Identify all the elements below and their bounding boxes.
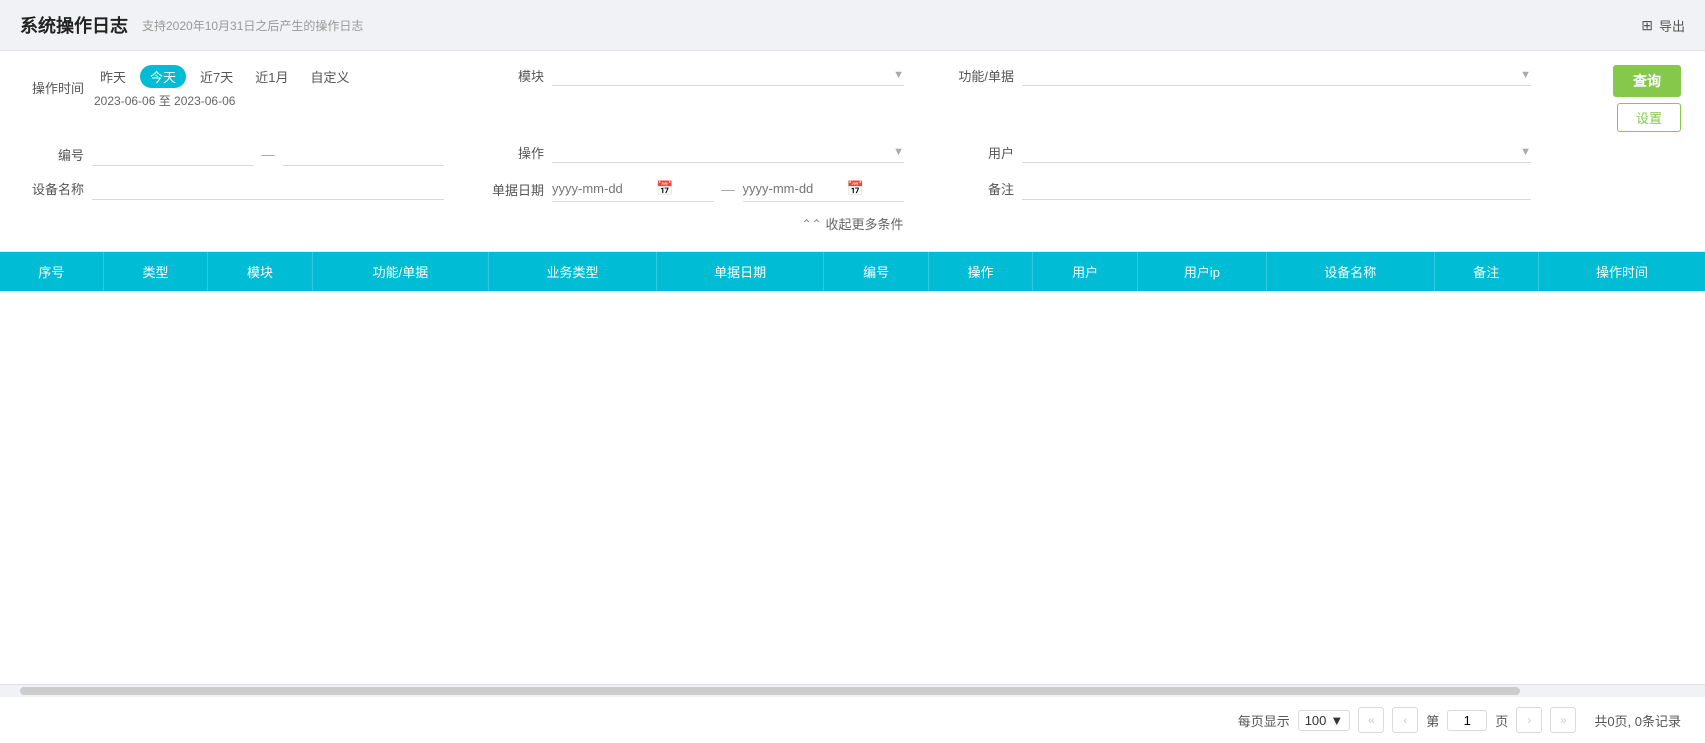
collapse-icon: ⌃⌃ xyxy=(801,217,821,231)
function-chevron-icon: ▼ xyxy=(1520,69,1531,81)
operation-chevron-icon: ▼ xyxy=(893,146,904,158)
user-filter-col: 用户 ▼ xyxy=(944,142,1531,163)
col-user-ip: 用户ip xyxy=(1137,252,1266,291)
user-select[interactable]: ▼ xyxy=(1022,142,1531,163)
voucher-date-label: 单据日期 xyxy=(484,180,544,199)
remark-filter-col: 备注 xyxy=(944,176,1531,200)
operation-label: 操作 xyxy=(484,143,544,162)
time-filter-col: 操作时间 昨天 今天 近7天 近1月 自定义 2023-06-06 至 2023… xyxy=(24,65,444,109)
remark-label: 备注 xyxy=(944,179,1014,198)
voucher-date-filter-col: 单据日期 📅 — 📅 xyxy=(484,176,904,202)
prev-page-button[interactable]: ‹ xyxy=(1392,707,1418,733)
device-label: 设备名称 xyxy=(24,179,84,198)
calendar-start-icon[interactable]: 📅 xyxy=(656,180,673,197)
export-icon: ⊞ xyxy=(1641,17,1653,34)
data-table: 序号 类型 模块 功能/单据 业务类型 单据日期 编号 操作 用户 用户ip 设… xyxy=(0,252,1705,291)
horizontal-scrollbar[interactable] xyxy=(20,687,1520,695)
page-label: 第 xyxy=(1426,711,1439,730)
filter-area: 操作时间 昨天 今天 近7天 近1月 自定义 2023-06-06 至 2023… xyxy=(0,51,1705,252)
per-page-value: 100 xyxy=(1305,713,1327,728)
time-btn-today[interactable]: 今天 xyxy=(140,65,186,88)
col-device: 设备名称 xyxy=(1266,252,1434,291)
filter-row-3: 设备名称 单据日期 📅 — 📅 备注 xyxy=(24,176,1681,202)
device-filter-col: 设备名称 xyxy=(24,176,444,200)
first-page-button[interactable]: « xyxy=(1358,707,1384,733)
code-input-start[interactable] xyxy=(92,142,254,166)
setting-button[interactable]: 设置 xyxy=(1617,103,1681,132)
filter-row-1: 操作时间 昨天 今天 近7天 近1月 自定义 2023-06-06 至 2023… xyxy=(24,65,1681,132)
col-module: 模块 xyxy=(208,252,312,291)
time-btn-1month[interactable]: 近1月 xyxy=(247,65,296,88)
module-chevron-icon: ▼ xyxy=(893,69,904,81)
page-total: 共0页, 0条记录 xyxy=(1594,711,1681,730)
function-select[interactable]: ▼ xyxy=(1022,65,1531,86)
user-label: 用户 xyxy=(944,143,1014,162)
col-remark: 备注 xyxy=(1434,252,1538,291)
operation-filter-col: 操作 ▼ xyxy=(484,142,904,163)
col-type: 类型 xyxy=(103,252,207,291)
remark-input[interactable] xyxy=(1022,176,1531,200)
page-input[interactable] xyxy=(1447,710,1487,731)
col-voucher-date: 单据日期 xyxy=(656,252,824,291)
filter-row-2: 编号 — 操作 ▼ 用户 ▼ xyxy=(24,142,1681,166)
voucher-date-start-wrap: 📅 xyxy=(552,176,714,202)
module-label: 模块 xyxy=(484,66,544,85)
time-btn-7days[interactable]: 近7天 xyxy=(192,65,241,88)
voucher-date-end[interactable] xyxy=(743,181,843,196)
page-header: 系统操作日志 支持2020年10月31日之后产生的操作日志 ⊞ 导出 xyxy=(0,0,1705,51)
page-subtitle: 支持2020年10月31日之后产生的操作日志 xyxy=(142,17,363,34)
code-filter-col: 编号 — xyxy=(24,142,444,166)
operation-select[interactable]: ▼ xyxy=(552,142,904,163)
voucher-date-start[interactable] xyxy=(552,181,652,196)
col-user: 用户 xyxy=(1033,252,1137,291)
last-page-button[interactable]: » xyxy=(1550,707,1576,733)
page-title: 系统操作日志 xyxy=(20,12,128,38)
collapse-button[interactable]: ⌃⌃ 收起更多条件 xyxy=(789,210,915,237)
col-function: 功能/单据 xyxy=(312,252,488,291)
per-page-select[interactable]: 100 ▼ xyxy=(1298,710,1351,731)
code-input-end[interactable] xyxy=(283,142,445,166)
per-page-chevron-icon: ▼ xyxy=(1330,713,1343,728)
user-chevron-icon: ▼ xyxy=(1520,146,1531,158)
col-operation: 操作 xyxy=(928,252,1032,291)
time-buttons: 昨天 今天 近7天 近1月 自定义 xyxy=(92,65,358,88)
function-filter-col: 功能/单据 ▼ xyxy=(944,65,1531,86)
voucher-date-end-wrap: 📅 xyxy=(743,176,905,202)
empty-area xyxy=(0,291,1705,631)
time-btn-yesterday[interactable]: 昨天 xyxy=(92,65,134,88)
time-range-display: 2023-06-06 至 2023-06-06 xyxy=(92,92,358,109)
pagination: 每页显示 100 ▼ « ‹ 第 页 › » 共0页, 0条记录 xyxy=(0,696,1705,743)
export-label: 导出 xyxy=(1659,16,1685,35)
module-select[interactable]: ▼ xyxy=(552,65,904,86)
time-label: 操作时间 xyxy=(24,78,84,97)
collapse-row: ⌃⌃ 收起更多条件 xyxy=(24,210,1681,237)
col-biz-type: 业务类型 xyxy=(489,252,657,291)
function-label: 功能/单据 xyxy=(944,66,1014,85)
scrollbar-area[interactable] xyxy=(0,684,1705,696)
page-unit: 页 xyxy=(1495,711,1508,730)
query-button[interactable]: 查询 xyxy=(1613,65,1681,97)
table-wrap: 序号 类型 模块 功能/单据 业务类型 单据日期 编号 操作 用户 用户ip 设… xyxy=(0,252,1705,684)
calendar-end-icon[interactable]: 📅 xyxy=(847,180,864,197)
next-page-button[interactable]: › xyxy=(1516,707,1542,733)
col-code: 编号 xyxy=(824,252,928,291)
collapse-label: 收起更多条件 xyxy=(826,214,904,233)
action-buttons-col: 查询 设置 xyxy=(1561,65,1681,132)
time-btn-custom[interactable]: 自定义 xyxy=(303,65,358,88)
export-button[interactable]: ⊞ 导出 xyxy=(1641,16,1685,35)
module-filter-col: 模块 ▼ xyxy=(484,65,904,86)
code-label: 编号 xyxy=(24,145,84,164)
time-filter-group: 昨天 今天 近7天 近1月 自定义 2023-06-06 至 2023-06-0… xyxy=(92,65,358,109)
per-page-label: 每页显示 xyxy=(1238,711,1290,730)
table-header-row: 序号 类型 模块 功能/单据 业务类型 单据日期 编号 操作 用户 用户ip 设… xyxy=(0,252,1705,291)
table-header: 序号 类型 模块 功能/单据 业务类型 单据日期 编号 操作 用户 用户ip 设… xyxy=(0,252,1705,291)
col-index: 序号 xyxy=(0,252,103,291)
device-input[interactable] xyxy=(92,176,444,200)
col-op-time: 操作时间 xyxy=(1539,252,1705,291)
